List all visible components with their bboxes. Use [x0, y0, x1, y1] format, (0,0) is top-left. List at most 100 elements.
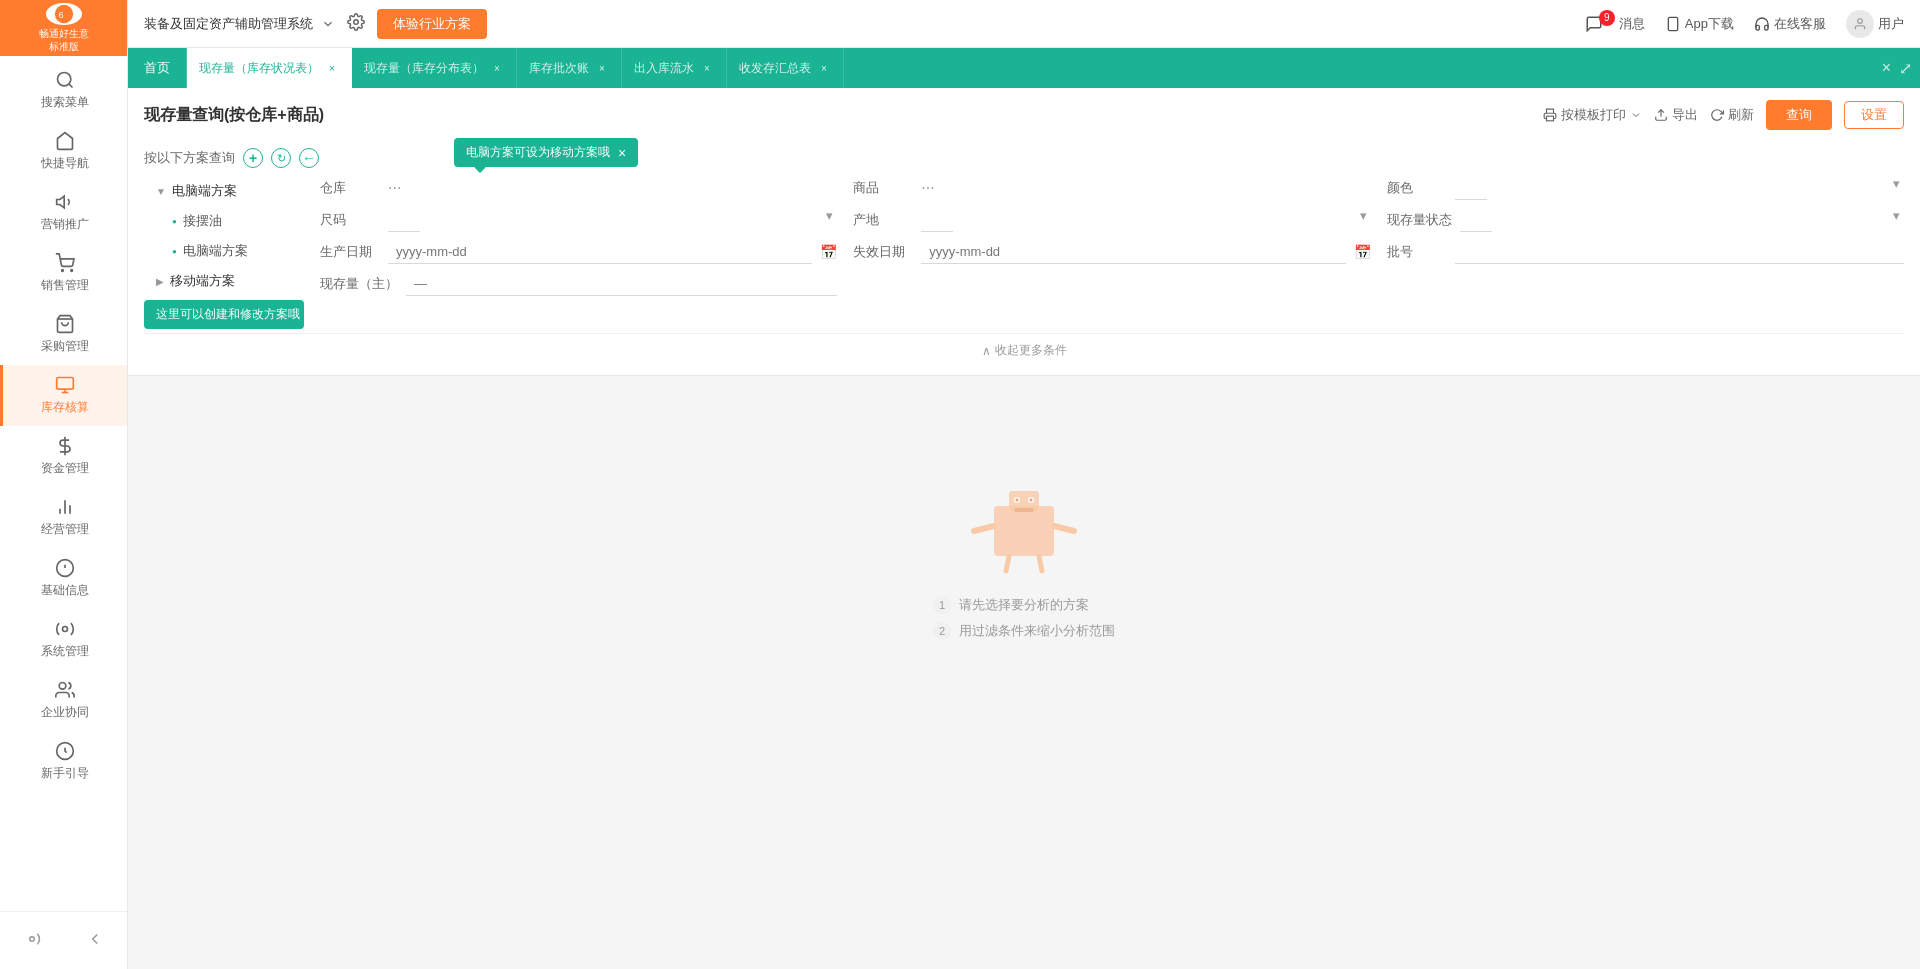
- sidebar-item-finance[interactable]: 资金管理: [0, 426, 127, 487]
- headset-icon: [1754, 16, 1770, 32]
- mobile-plan-label: 移动端方案: [170, 272, 235, 290]
- service-btn[interactable]: 在线客服: [1754, 15, 1826, 33]
- batch-no-field: 批号: [1387, 240, 1904, 264]
- service-label: 在线客服: [1774, 15, 1826, 33]
- sidebar-item-system[interactable]: 系统管理: [0, 609, 127, 670]
- plan-dot: ●: [172, 217, 177, 226]
- pc-plan-title[interactable]: ▼ 电脑端方案: [144, 176, 304, 206]
- goods-field: 商品 ···: [853, 176, 1370, 200]
- expire-date-calendar-icon[interactable]: 📅: [1354, 244, 1371, 260]
- app-download-btn[interactable]: App下载: [1665, 15, 1734, 33]
- filter-back-btn[interactable]: ←: [299, 148, 319, 168]
- tab-close-batch-account[interactable]: ×: [595, 61, 609, 75]
- tab-receive-send[interactable]: 收发存汇总表 ×: [727, 48, 844, 88]
- collapse-icon[interactable]: [80, 924, 110, 957]
- export-btn[interactable]: 导出: [1654, 106, 1698, 124]
- sidebar-item-basic[interactable]: 基础信息: [0, 548, 127, 609]
- tab-inout-flow[interactable]: 出入库流水 ×: [622, 48, 727, 88]
- produce-date-calendar-icon[interactable]: 📅: [820, 244, 837, 260]
- sidebar-item-search[interactable]: 搜索菜单: [0, 60, 127, 121]
- query-panel: 现存量查询(按仓库+商品) 按模板打印 导出 刷新 查: [128, 88, 1920, 376]
- print-btn[interactable]: 按模板打印: [1543, 106, 1642, 124]
- tab-close-inout-flow[interactable]: ×: [700, 61, 714, 75]
- tab-home[interactable]: 首页: [128, 48, 187, 88]
- size-select[interactable]: [388, 208, 420, 232]
- expire-date-input[interactable]: [921, 240, 1345, 264]
- stock-status-field: 现存量状态 ▾: [1387, 208, 1904, 232]
- warehouse-dots[interactable]: ···: [388, 179, 401, 197]
- pc-plan-section: ▼ 电脑端方案 ● 接摆油 ● 电脑端方案: [144, 176, 304, 266]
- color-chevron-icon: ▾: [1893, 176, 1900, 191]
- avatar: [1846, 10, 1874, 38]
- tab-fullscreen-btn[interactable]: ⤢: [1899, 59, 1912, 78]
- logo-text: 畅通好生意 标准版: [39, 27, 89, 53]
- trial-btn[interactable]: 体验行业方案: [377, 9, 487, 39]
- hint-text-2: 用过滤条件来缩小分析范围: [959, 622, 1115, 640]
- svg-rect-23: [1668, 17, 1677, 30]
- tab-close-inventory-status[interactable]: ×: [325, 61, 339, 75]
- plan-sidebar: ▼ 电脑端方案 ● 接摆油 ● 电脑端方案: [144, 176, 304, 329]
- origin-select[interactable]: [921, 208, 953, 232]
- svg-point-21: [30, 937, 35, 942]
- mobile-plan-title[interactable]: ▶ 移动端方案: [144, 266, 304, 296]
- filter-header: 按以下方案查询 + ↻ ← 电脑方案可设为移动方案哦 ×: [144, 148, 1904, 168]
- color-select[interactable]: [1455, 176, 1487, 200]
- produce-date-field: 生产日期 📅: [320, 240, 837, 264]
- filter-row-1: 仓库 ··· 商品 ··· 颜色: [320, 176, 1904, 200]
- page-title: 现存量查询(按仓库+商品): [144, 105, 324, 126]
- svg-point-18: [63, 627, 68, 632]
- hint-num-2: 2: [933, 622, 951, 640]
- sidebar-item-purchase[interactable]: 采购管理: [0, 304, 127, 365]
- sidebar-item-enterprise[interactable]: 企业协同: [0, 670, 127, 731]
- plan-item-pc[interactable]: ● 电脑端方案: [144, 236, 304, 266]
- batch-no-label: 批号: [1387, 243, 1447, 261]
- empty-hint-2: 2 用过滤条件来缩小分析范围: [933, 622, 1115, 640]
- gear-icon[interactable]: [347, 13, 365, 35]
- produce-date-label: 生产日期: [320, 243, 380, 261]
- stock-main-input[interactable]: [406, 272, 837, 296]
- tab-batch-account[interactable]: 库存批次账 ×: [517, 48, 622, 88]
- produce-date-input[interactable]: [388, 240, 812, 264]
- settings-icon[interactable]: [17, 924, 47, 957]
- message-label: 消息: [1619, 15, 1645, 33]
- svg-line-36: [1054, 526, 1074, 531]
- filter-row-3: 生产日期 📅 失效日期 📅 批号: [320, 240, 1904, 264]
- sidebar-item-operation[interactable]: 经营管理: [0, 487, 127, 548]
- print-icon: [1543, 108, 1557, 122]
- sidebar-item-quicknav[interactable]: 快捷导航: [0, 121, 127, 182]
- stock-status-select[interactable]: [1460, 208, 1492, 232]
- sidebar-item-marketing[interactable]: 营销推广: [0, 182, 127, 243]
- sidebar-item-guide[interactable]: 新手引导: [0, 731, 127, 792]
- svg-text:6: 6: [58, 10, 63, 20]
- collapse-btn[interactable]: ∧ 收起更多条件: [144, 333, 1904, 367]
- svg-point-22: [354, 19, 359, 24]
- sidebar-item-sales[interactable]: 销售管理: [0, 243, 127, 304]
- refresh-icon: [1710, 108, 1724, 122]
- tooltip-edit-close[interactable]: ×: [308, 307, 316, 323]
- stock-status-chevron-icon: ▾: [1893, 208, 1900, 223]
- stock-status-label: 现存量状态: [1387, 211, 1452, 229]
- sidebar-item-inventory[interactable]: 库存核算: [0, 365, 127, 426]
- tooltip-plan-close[interactable]: ×: [618, 145, 626, 161]
- svg-rect-8: [57, 378, 74, 390]
- tab-close-inventory-dist[interactable]: ×: [490, 61, 504, 75]
- message-btn[interactable]: 9 消息: [1585, 15, 1645, 33]
- svg-point-0: [54, 5, 72, 23]
- goods-dots[interactable]: ···: [921, 179, 934, 197]
- user-btn[interactable]: 用户: [1846, 10, 1904, 38]
- collapse-chevron-icon: ∧: [982, 344, 991, 358]
- origin-label: 产地: [853, 211, 913, 229]
- size-field: 尺码 ▾: [320, 208, 837, 232]
- query-btn[interactable]: 查询: [1766, 100, 1832, 130]
- tab-close-all-btn[interactable]: ×: [1882, 59, 1891, 77]
- filter-refresh-btn[interactable]: ↻: [271, 148, 291, 168]
- tab-close-receive-send[interactable]: ×: [817, 61, 831, 75]
- svg-point-33: [1030, 499, 1033, 502]
- filter-add-btn[interactable]: +: [243, 148, 263, 168]
- tab-inventory-status[interactable]: 现存量（库存状况表） ×: [187, 48, 352, 88]
- tab-inventory-dist[interactable]: 现存量（库存分布表） ×: [352, 48, 517, 88]
- settings-btn[interactable]: 设置: [1844, 101, 1904, 129]
- batch-no-input[interactable]: [1455, 240, 1904, 264]
- plan-item-jby[interactable]: ● 接摆油: [144, 206, 304, 236]
- refresh-btn[interactable]: 刷新: [1710, 106, 1754, 124]
